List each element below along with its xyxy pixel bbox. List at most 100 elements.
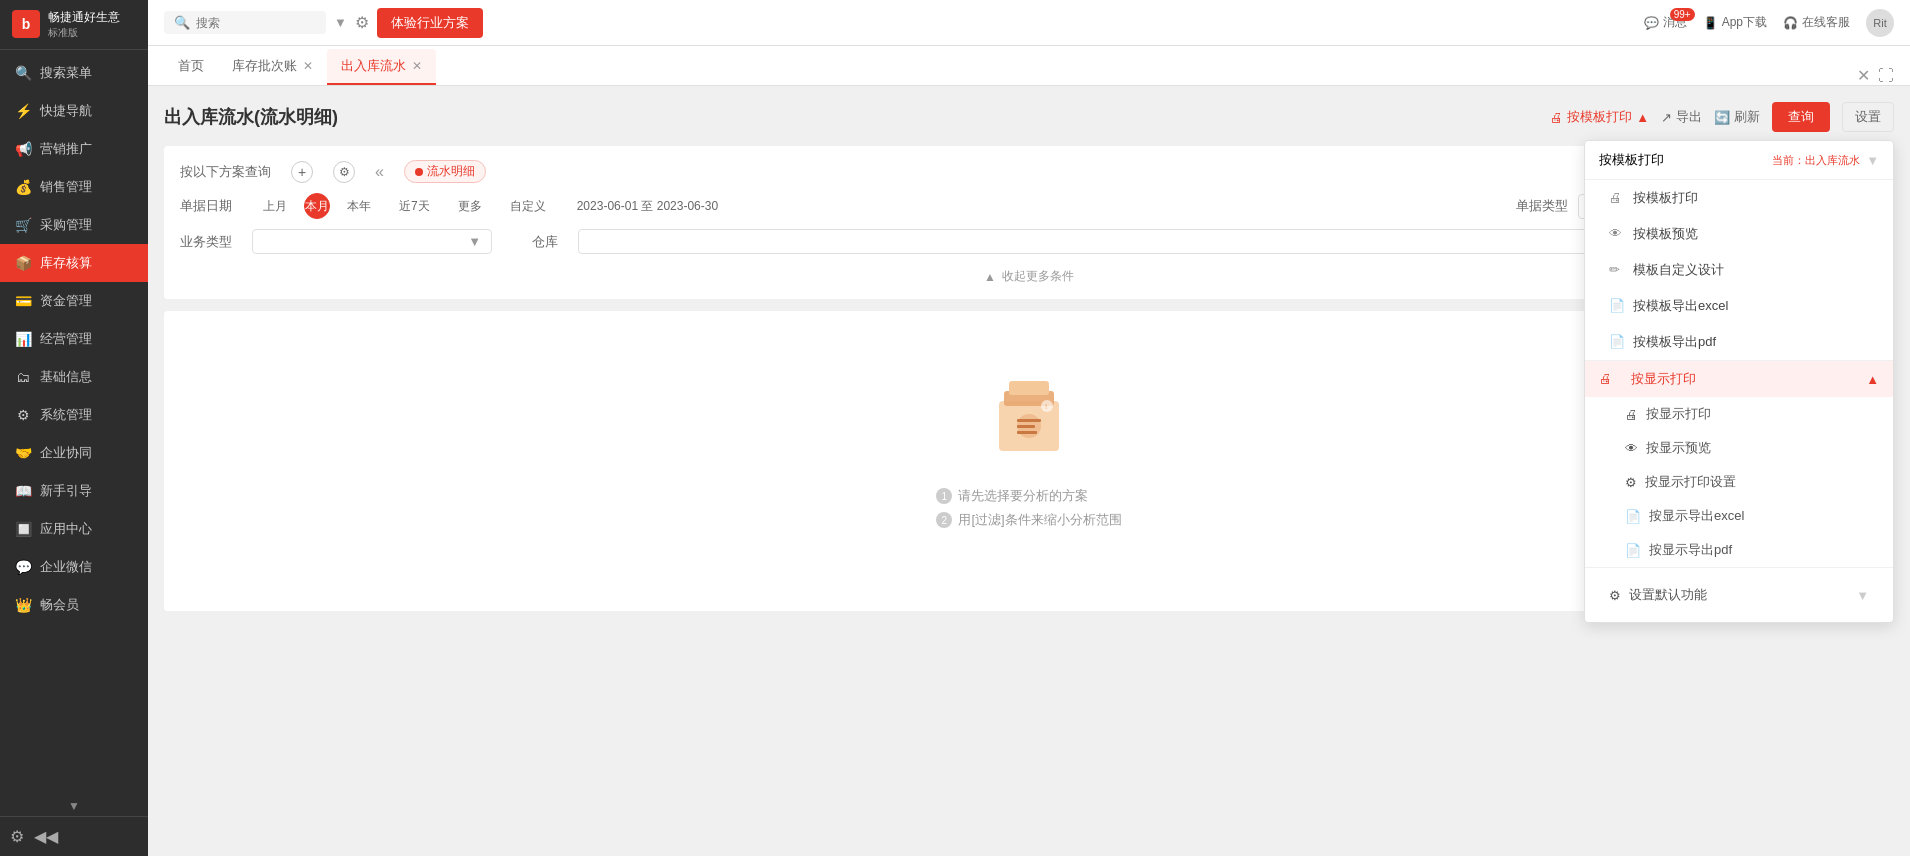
sidebar-item-quicknav[interactable]: ⚡ 快捷导航 <box>0 92 148 130</box>
settings-btn[interactable]: 设置 <box>1842 102 1894 132</box>
template-export-pdf-item[interactable]: 📄 按模板导出pdf <box>1585 324 1893 360</box>
sidebar-item-collab[interactable]: 🤝 企业协同 <box>0 434 148 472</box>
collab-icon: 🤝 <box>14 445 32 461</box>
preview-icon: 👁 <box>1625 441 1638 456</box>
template-print-btn[interactable]: 🖨 按模板打印 ▲ <box>1550 108 1649 126</box>
sidebar-item-wechat[interactable]: 💬 企业微信 <box>0 548 148 586</box>
sidebar-item-label: 库存核算 <box>40 254 92 272</box>
dropdown-arrow[interactable]: ▼ <box>334 15 347 30</box>
tab-warehouse-flow-close[interactable]: ✕ <box>412 59 422 73</box>
sidebar-item-vip[interactable]: 👑 畅会员 <box>0 586 148 624</box>
search-scheme-label: 按以下方案查询 <box>180 163 271 181</box>
default-icon: ⚙ <box>1609 588 1621 603</box>
filter-collapse-icon[interactable]: « <box>375 163 384 181</box>
sidebar-item-system[interactable]: ⚙ 系统管理 <box>0 396 148 434</box>
window-controls: ✕ ⛶ <box>1857 66 1894 85</box>
step2-text: 用[过滤]条件来缩小分析范围 <box>958 511 1121 529</box>
sidebar-item-inventory[interactable]: 📦 库存核算 <box>0 244 148 282</box>
window-maximize-btn[interactable]: ⛶ <box>1878 67 1894 85</box>
business-type-select[interactable]: ▼ <box>252 229 492 254</box>
tab-inventory-batch[interactable]: 库存批次账 ✕ <box>218 49 327 85</box>
sidebar-item-label: 销售管理 <box>40 178 92 196</box>
filter-selected-tag[interactable]: 流水明细 <box>404 160 486 183</box>
message-btn[interactable]: 💬 消息 99+ <box>1644 14 1687 31</box>
window-close-btn[interactable]: ✕ <box>1857 66 1870 85</box>
template-print-item[interactable]: 🖨 按模板打印 <box>1585 180 1893 216</box>
export-btn[interactable]: ↗ 导出 <box>1661 108 1702 126</box>
sidebar-item-label: 基础信息 <box>40 368 92 386</box>
tab-home-label: 首页 <box>178 57 204 75</box>
display-export-excel-item[interactable]: 📄 按显示导出excel <box>1585 499 1893 533</box>
query-btn[interactable]: 查询 <box>1772 102 1830 132</box>
tab-warehouse-flow[interactable]: 出入库流水 ✕ <box>327 49 436 85</box>
sidebar-scroll-down[interactable]: ▼ <box>0 796 148 816</box>
svg-rect-4 <box>1017 419 1041 422</box>
sales-icon: 💰 <box>14 179 32 195</box>
marketing-icon: 📢 <box>14 141 32 157</box>
design-icon: ✏ <box>1609 262 1625 278</box>
export-icon: ↗ <box>1661 110 1672 125</box>
sidebar-item-finance[interactable]: 💳 资金管理 <box>0 282 148 320</box>
guide-icon: 📖 <box>14 483 32 499</box>
dropdown-footer: ⚙ 设置默认功能 ▼ <box>1585 568 1893 622</box>
online-service-label: 在线客服 <box>1802 14 1850 31</box>
settings-icon: ⚙ <box>1625 475 1637 490</box>
tab-home[interactable]: 首页 <box>164 49 218 85</box>
topbar-right: 💬 消息 99+ 📱 App下载 🎧 在线客服 Rit <box>1644 9 1894 37</box>
user-avatar[interactable]: Rit <box>1866 9 1894 37</box>
date-custom[interactable]: 自定义 <box>499 194 557 219</box>
settings-footer-icon[interactable]: ⚙ <box>10 827 24 846</box>
sidebar-header: b 畅捷通好生意 标准版 <box>0 0 148 50</box>
refresh-btn[interactable]: 🔄 刷新 <box>1714 108 1760 126</box>
sidebar-item-business[interactable]: 📊 经营管理 <box>0 320 148 358</box>
svg-text:!: ! <box>1045 402 1047 411</box>
search-icon: 🔍 <box>14 65 32 81</box>
sidebar-item-guide[interactable]: 📖 新手引导 <box>0 472 148 510</box>
collapse-sidebar-icon[interactable]: ◀◀ <box>34 827 58 846</box>
search-input[interactable] <box>196 16 316 30</box>
chevron-up-icon: ▲ <box>1636 110 1649 125</box>
display-print-item[interactable]: 🖨 按显示打印 <box>1585 397 1893 431</box>
template-preview-item[interactable]: 👁 按模板预览 <box>1585 216 1893 252</box>
tabs-bar: 首页 库存批次账 ✕ 出入库流水 ✕ ✕ ⛶ <box>148 46 1910 86</box>
date-last-month[interactable]: 上月 <box>252 194 298 219</box>
display-print-group-header[interactable]: 🖨 按显示打印 ▲ <box>1585 361 1893 397</box>
date-more[interactable]: 更多 <box>447 194 493 219</box>
template-export-excel-item[interactable]: 📄 按模板导出excel <box>1585 288 1893 324</box>
printer-icon: 🖨 <box>1550 110 1563 125</box>
online-service-btn[interactable]: 🎧 在线客服 <box>1783 14 1850 31</box>
display-export-pdf-item[interactable]: 📄 按显示导出pdf <box>1585 533 1893 567</box>
business-icon: 📊 <box>14 331 32 347</box>
sidebar-item-label: 营销推广 <box>40 140 92 158</box>
sidebar-item-sales[interactable]: 💰 销售管理 <box>0 168 148 206</box>
template-design-item[interactable]: ✏ 模板自定义设计 <box>1585 252 1893 288</box>
sidebar-item-label: 快捷导航 <box>40 102 92 120</box>
page-content: 出入库流水(流水明细) 🖨 按模板打印 ▲ ↗ 导出 🔄 刷新 <box>148 86 1910 856</box>
search-box[interactable]: 🔍 <box>164 11 326 34</box>
sidebar-item-apps[interactable]: 🔲 应用中心 <box>0 510 148 548</box>
date-this-year[interactable]: 本年 <box>336 194 382 219</box>
type-label: 单据类型 <box>1516 197 1568 215</box>
filter-add-btn[interactable]: + <box>291 161 313 183</box>
excel-icon: 📄 <box>1609 298 1625 314</box>
sidebar-item-marketing[interactable]: 📢 营销推广 <box>0 130 148 168</box>
date-7days[interactable]: 近7天 <box>388 194 441 219</box>
sidebar-item-label: 资金管理 <box>40 292 92 310</box>
sidebar-item-basic[interactable]: 🗂 基础信息 <box>0 358 148 396</box>
sidebar-item-search[interactable]: 🔍 搜索菜单 <box>0 54 148 92</box>
display-preview-item[interactable]: 👁 按显示预览 <box>1585 431 1893 465</box>
display-print-settings-item[interactable]: ⚙ 按显示打印设置 <box>1585 465 1893 499</box>
industry-btn[interactable]: 体验行业方案 <box>377 8 483 38</box>
date-this-month[interactable]: 本月 <box>304 193 330 219</box>
business-type-label: 业务类型 <box>180 233 232 251</box>
step1-text: 请先选择要分析的方案 <box>958 487 1088 505</box>
page-actions: 🖨 按模板打印 ▲ ↗ 导出 🔄 刷新 按 <box>1550 102 1894 132</box>
filter-settings-btn[interactable]: ⚙ <box>333 161 355 183</box>
tab-inventory-batch-close[interactable]: ✕ <box>303 59 313 73</box>
set-default-item[interactable]: ⚙ 设置默认功能 ▼ <box>1599 578 1879 612</box>
printer-icon: 🖨 <box>1625 407 1638 422</box>
dropdown-header: 按模板打印 当前：出入库流水 ▼ <box>1585 141 1893 180</box>
gear-icon[interactable]: ⚙ <box>355 13 369 32</box>
sidebar-item-purchase[interactable]: 🛒 采购管理 <box>0 206 148 244</box>
app-download-btn[interactable]: 📱 App下载 <box>1703 14 1767 31</box>
